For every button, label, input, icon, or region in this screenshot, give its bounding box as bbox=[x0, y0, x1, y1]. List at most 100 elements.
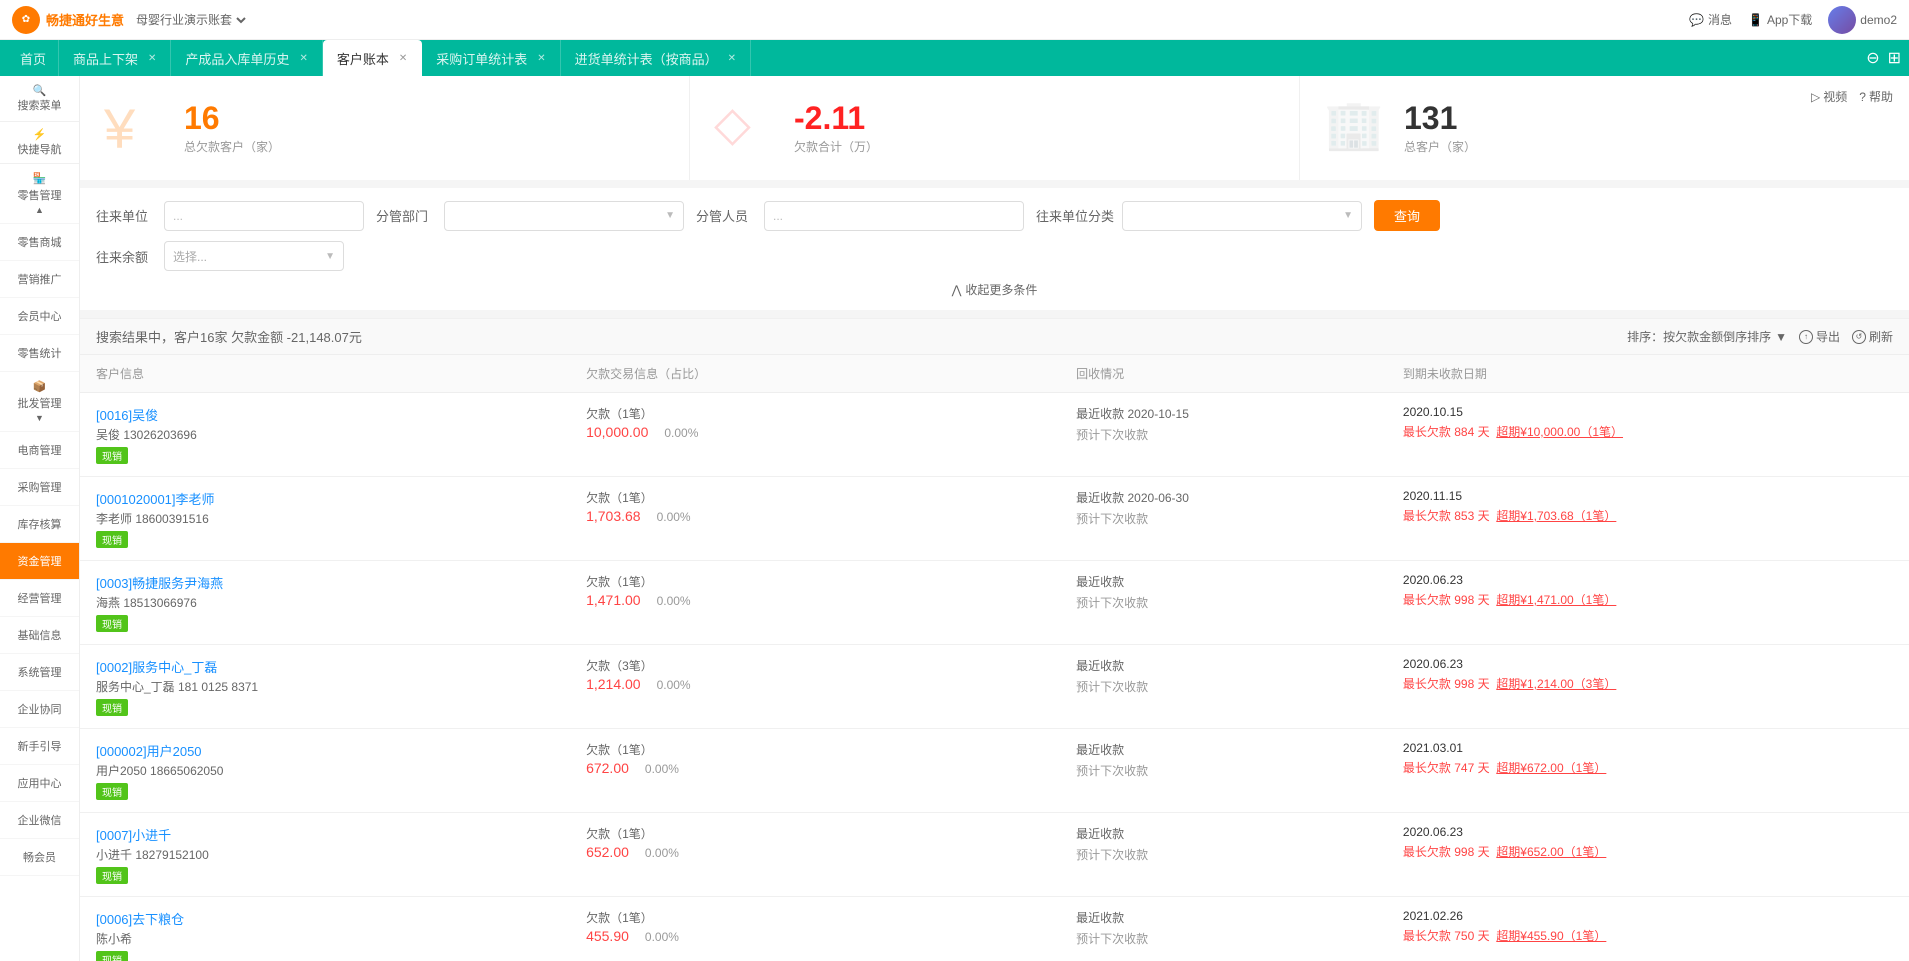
overdue-link[interactable]: 超期¥672.00（1笔） bbox=[1496, 761, 1606, 775]
stat-debt-customers: ¥ 16 总欠款客户（家） bbox=[80, 76, 690, 180]
export-button[interactable]: ↑ 导出 bbox=[1799, 328, 1840, 345]
customer-name[interactable]: [0007]小进千 bbox=[96, 825, 586, 844]
sidebar-item-capital-mgmt[interactable]: 资金管理 bbox=[0, 543, 79, 580]
collection-next: 预计下次收款 bbox=[1076, 930, 1403, 947]
sidebar-item-new-guide[interactable]: 新手引导 bbox=[0, 728, 79, 765]
overdue-link[interactable]: 超期¥10,000.00（1笔） bbox=[1496, 425, 1623, 439]
sidebar-item-inventory[interactable]: 库存核算 bbox=[0, 506, 79, 543]
tab-customer-account[interactable]: 客户账本 ✕ bbox=[323, 40, 422, 76]
customer-name[interactable]: [0001020001]李老师 bbox=[96, 489, 586, 508]
debt-cell: 10,000.00 0.00% bbox=[586, 422, 1076, 440]
close-icon[interactable]: ✕ bbox=[399, 53, 407, 64]
user-menu[interactable]: demo2 bbox=[1828, 6, 1897, 34]
video-btn[interactable]: ▷ 视频 bbox=[1811, 88, 1847, 105]
company-select[interactable]: 母婴行业演示账套 bbox=[132, 12, 249, 28]
tab-goods-shelf[interactable]: 商品上下架 ✕ bbox=[59, 40, 171, 76]
due-date: 2020.11.15 bbox=[1403, 489, 1893, 503]
customer-name[interactable]: [0002]服务中心_丁磊 bbox=[96, 657, 586, 676]
debt-cell: 1,214.00 0.00% bbox=[586, 674, 1076, 692]
due-date-cell: 2020.06.23 最长欠款 998 天 超期¥652.00（1笔） bbox=[1403, 825, 1893, 860]
message-btn[interactable]: 💬 消息 bbox=[1689, 11, 1732, 28]
top-bar-right: 💬 消息 📱 App下载 demo2 bbox=[1689, 6, 1897, 34]
unit-category-select[interactable]: ▼ bbox=[1122, 201, 1362, 231]
sort-select[interactable]: 排序：按欠款金额倒序排序 ▼ bbox=[1627, 328, 1787, 345]
sidebar-item-member-center[interactable]: 会员中心 bbox=[0, 298, 79, 335]
close-icon[interactable]: ✕ bbox=[728, 53, 736, 64]
app-download-btn[interactable]: 📱 App下载 bbox=[1748, 11, 1812, 28]
due-date: 2021.03.01 bbox=[1403, 741, 1893, 755]
customer-name[interactable]: [0003]畅捷服务尹海燕 bbox=[96, 573, 586, 592]
due-date: 2021.02.26 bbox=[1403, 909, 1893, 923]
refresh-button[interactable]: ↺ 刷新 bbox=[1852, 328, 1893, 345]
debt-info-cell: 欠款（1笔） 652.00 0.00% bbox=[586, 825, 1076, 860]
stat-debt-customers-info: 16 总欠款客户（家） bbox=[184, 102, 665, 155]
close-icon[interactable]: ✕ bbox=[299, 53, 307, 64]
stat-debt-amount: ◇ -2.11 欠款合计（万） bbox=[690, 76, 1300, 180]
stats-area: ¥ 16 总欠款客户（家） ◇ -2.11 欠款合计（万） 🏢 131 总客户（… bbox=[80, 76, 1909, 180]
customer-phone: 李老师 18600391516 bbox=[96, 510, 586, 527]
overdue-link[interactable]: 超期¥1,471.00（1笔） bbox=[1496, 593, 1616, 607]
customer-phone: 吴俊 13026203696 bbox=[96, 426, 586, 443]
customer-info-cell: [0003]畅捷服务尹海燕 海燕 18513066976 现销 bbox=[96, 573, 586, 632]
tab-product-history[interactable]: 产成品入库单历史 ✕ bbox=[171, 40, 322, 76]
customer-phone: 小进千 18279152100 bbox=[96, 846, 586, 863]
customer-name[interactable]: [0006]去下粮仓 bbox=[96, 909, 586, 928]
sidebar-item-basic-info[interactable]: 基础信息 bbox=[0, 617, 79, 654]
sidebar-item-batch-mgmt[interactable]: 📦 批发管理 ▼ bbox=[0, 372, 79, 432]
sidebar-item-purchase-mgmt[interactable]: 采购管理 bbox=[0, 469, 79, 506]
customer-name[interactable]: [0016]吴俊 bbox=[96, 405, 586, 424]
person-input[interactable]: ... bbox=[764, 201, 1024, 231]
tab-purchase-order[interactable]: 采购订单统计表 ✕ bbox=[422, 40, 560, 76]
sidebar-search[interactable]: 🔍 搜索菜单 bbox=[0, 76, 79, 122]
sidebar-item-retail-mall[interactable]: 零售商城 bbox=[0, 224, 79, 261]
customer-phone: 服务中心_丁磊 181 0125 8371 bbox=[96, 678, 586, 695]
minimize-icon[interactable]: ⊖ bbox=[1866, 48, 1879, 68]
sidebar-item-enterprise-collab[interactable]: 企业协同 bbox=[0, 691, 79, 728]
sidebar-item-ecommerce[interactable]: 电商管理 bbox=[0, 432, 79, 469]
debt-cell: 1,703.68 0.00% bbox=[586, 506, 1076, 524]
sidebar-item-system-mgmt[interactable]: 系统管理 bbox=[0, 654, 79, 691]
sidebar-item-operation-mgmt[interactable]: 经营管理 bbox=[0, 580, 79, 617]
sidebar-item-retail-mgmt[interactable]: 🏪 零售管理 ▲ bbox=[0, 164, 79, 224]
customer-tag: 现销 bbox=[96, 447, 128, 464]
debt-info-cell: 欠款（1笔） 672.00 0.00% bbox=[586, 741, 1076, 776]
source-unit-input[interactable]: ... bbox=[164, 201, 364, 231]
collection-cell: 最近收款 预计下次收款 bbox=[1076, 909, 1403, 947]
sidebar-item-member-plus[interactable]: 畅会员 bbox=[0, 839, 79, 876]
due-date-cell: 2020.06.23 最长欠款 998 天 超期¥1,214.00（3笔） bbox=[1403, 657, 1893, 692]
dept-select[interactable]: ▼ bbox=[444, 201, 684, 231]
collapse-button[interactable]: ⋀ 收起更多条件 bbox=[96, 277, 1893, 302]
table-header: 客户信息 欠款交易信息（占比） 回收情况 到期未收款日期 bbox=[80, 355, 1909, 393]
logo-text: 畅捷通好生意 bbox=[46, 10, 124, 29]
avatar bbox=[1828, 6, 1856, 34]
customer-name[interactable]: [000002]用户2050 bbox=[96, 741, 586, 760]
overdue-link[interactable]: 超期¥1,214.00（3笔） bbox=[1496, 677, 1616, 691]
sidebar-item-marketing[interactable]: 营销推广 bbox=[0, 261, 79, 298]
remainder-select[interactable]: 选择... ▼ bbox=[164, 241, 344, 271]
tab-instock-stats[interactable]: 进货单统计表（按商品） ✕ bbox=[561, 40, 751, 76]
overdue-link[interactable]: 超期¥455.90（1笔） bbox=[1496, 929, 1606, 943]
debt-customers-number: 16 bbox=[184, 102, 665, 134]
debt-count: 欠款（1笔） bbox=[586, 825, 1076, 842]
help-btn[interactable]: ? 帮助 bbox=[1859, 88, 1893, 105]
close-icon[interactable]: ✕ bbox=[148, 53, 156, 64]
debt-cell: 455.90 0.00% bbox=[586, 926, 1076, 944]
customer-phone: 用户2050 18665062050 bbox=[96, 762, 586, 779]
overdue-link[interactable]: 超期¥652.00（1笔） bbox=[1496, 845, 1606, 859]
yuan-icon: ¥ bbox=[104, 96, 168, 160]
diamond-icon: ◇ bbox=[714, 96, 778, 160]
maximize-icon[interactable]: ⊞ bbox=[1888, 48, 1901, 68]
tab-home[interactable]: 首页 bbox=[8, 40, 59, 76]
sidebar-item-retail-stats[interactable]: 零售统计 bbox=[0, 335, 79, 372]
sidebar-quick-nav[interactable]: ⚡ 快捷导航 bbox=[0, 122, 79, 164]
sidebar-item-app-center[interactable]: 应用中心 bbox=[0, 765, 79, 802]
close-icon[interactable]: ✕ bbox=[537, 53, 545, 64]
sidebar-item-enterprise-wechat[interactable]: 企业微信 bbox=[0, 802, 79, 839]
collection-next: 预计下次收款 bbox=[1076, 762, 1403, 779]
overdue-link[interactable]: 超期¥1,703.68（1笔） bbox=[1496, 509, 1616, 523]
result-actions: 排序：按欠款金额倒序排序 ▼ ↑ 导出 ↺ 刷新 bbox=[1627, 328, 1893, 345]
debt-cell: 672.00 0.00% bbox=[586, 758, 1076, 776]
result-summary: 搜索结果中，客户16家 欠款金额 -21,148.07元 bbox=[96, 327, 362, 346]
query-button[interactable]: 查询 bbox=[1374, 200, 1440, 231]
table-row: [0007]小进千 小进千 18279152100 现销 欠款（1笔） 652.… bbox=[80, 813, 1909, 897]
